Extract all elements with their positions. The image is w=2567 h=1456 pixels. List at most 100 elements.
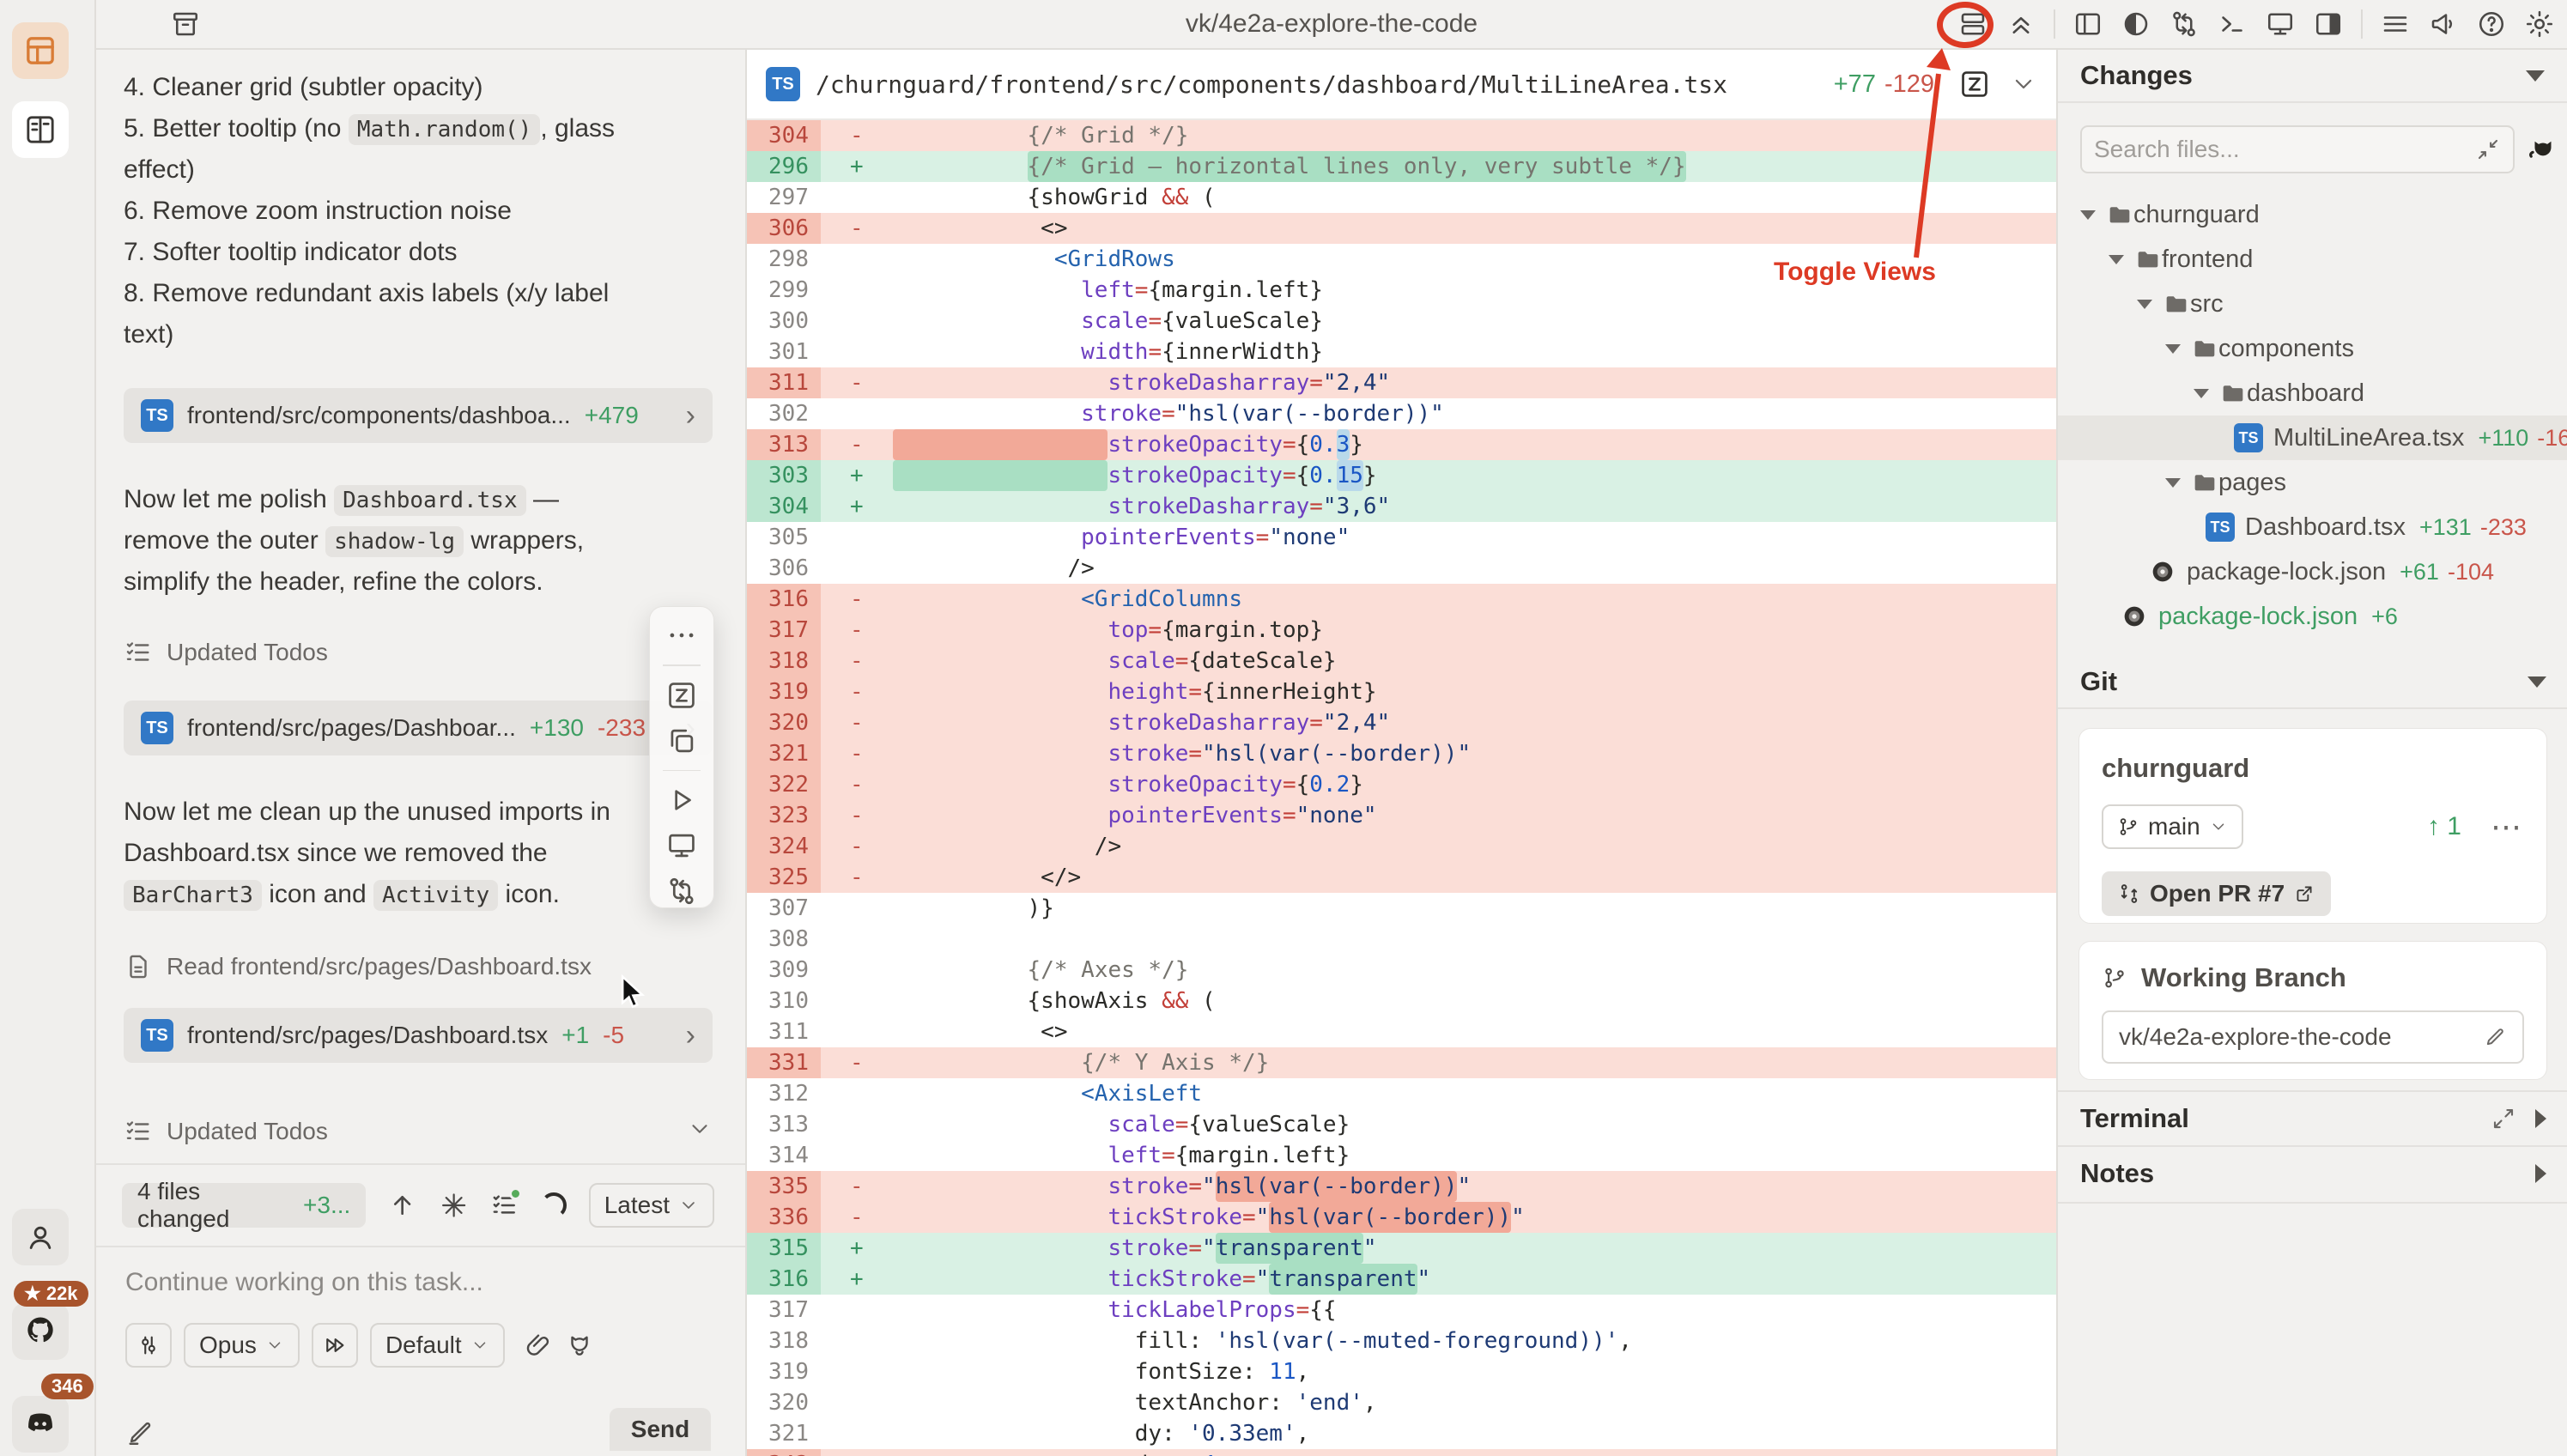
toggle-views-icon[interactable] [1957,9,1988,39]
copy-icon[interactable] [665,725,698,757]
menu-icon[interactable] [2380,9,2411,39]
search-input[interactable] [2094,136,2455,163]
tree-file-MultiLineArea.tsx[interactable]: TSMultiLineArea.tsx+110-162 [2058,416,2567,460]
theme-icon[interactable] [2121,9,2151,39]
collapse-file-icon[interactable] [2010,70,2037,98]
archive-box-icon[interactable] [170,9,201,39]
git-section-header[interactable]: Git [2058,656,2567,709]
latest-dropdown[interactable]: Latest [589,1183,714,1228]
deletions: -104 [2448,559,2494,585]
cat-icon[interactable] [565,1331,594,1360]
model-dropdown[interactable]: Opus [184,1323,300,1368]
tree-folder-churnguard[interactable]: churnguard [2058,192,2567,237]
file-change-chip[interactable]: TSfrontend/src/components/dashboa...+479… [124,388,713,443]
profile-button[interactable] [12,1209,69,1265]
tool-call-row[interactable]: Updated Todos [124,1113,713,1150]
changes-section-header[interactable]: Changes [2058,50,2567,103]
tree-folder-frontend[interactable]: frontend [2058,237,2567,282]
expand-icon[interactable] [2491,1106,2516,1131]
diff-line: 323- pointerEvents="none" [747,800,2056,831]
folder-icon [2191,335,2218,362]
tool-call-row[interactable]: Updated Todos [124,634,713,671]
tree-file-package-lock.json[interactable]: package-lock.json+61-104 [2058,549,2567,594]
help-icon[interactable] [2476,9,2507,39]
github-button[interactable] [12,1303,69,1360]
deletions: -233 [2480,514,2527,541]
run-icon[interactable] [665,784,698,816]
diff-view-icon[interactable] [1958,68,1991,100]
terminal-section-header[interactable]: Terminal [2058,1092,2567,1145]
settings-icon[interactable] [2524,9,2555,39]
chevron-right-icon: › [686,1019,695,1053]
spark-icon[interactable] [440,1191,468,1220]
diff-panel: TS /churnguard/frontend/src/components/d… [747,50,2056,1456]
notes-section-header[interactable]: Notes [2058,1147,2567,1200]
tree-folder-src[interactable]: src [2058,282,2567,326]
branch-dropdown[interactable]: main [2102,804,2243,849]
file-name: frontend/src/components/dashboa... [187,402,571,429]
typescript-file-icon: TS [141,399,173,432]
settings-sliders-button[interactable] [125,1323,172,1368]
monitor-icon[interactable] [665,829,698,862]
collapse-tree-icon[interactable] [2475,136,2501,162]
discord-button[interactable] [12,1396,69,1453]
progress-spinner [541,1192,567,1218]
folder-icon [2106,201,2133,228]
open-pr-button[interactable]: Open PR #7 [2102,871,2331,916]
caret-down-icon[interactable] [2080,210,2096,220]
file-change-chip[interactable]: TSfrontend/src/pages/Dashboard.tsx+1-5› [124,1008,713,1063]
file-change-chip[interactable]: TSfrontend/src/pages/Dashboar...+130-233… [124,701,713,755]
repo-name: churnguard [2102,753,2524,784]
cat-assistant-icon[interactable] [2527,134,2559,167]
caret-down-icon[interactable] [2194,389,2209,398]
caret-down-icon[interactable] [2165,478,2181,488]
working-branch-input[interactable] [2119,1023,2479,1051]
chevron-down-icon[interactable] [687,1116,713,1148]
diff-additions: +77 [1834,70,1876,99]
panel-left-icon[interactable] [2072,9,2103,39]
files-changed-chip[interactable]: 4 files changed +3... [122,1183,366,1228]
monitor-icon[interactable] [2265,9,2296,39]
attach-icon[interactable] [524,1331,553,1360]
diff-line: 296+ {/* Grid — horizontal lines only, v… [747,151,2056,182]
rail-item-layout-view[interactable] [12,22,69,79]
divider [2361,9,2363,39]
todos-icon [124,638,153,667]
tree-file-Dashboard.tsx[interactable]: TSDashboard.tsx+131-233 [2058,505,2567,549]
caret-down-icon[interactable] [2109,255,2124,264]
terminal-icon[interactable] [2217,9,2248,39]
tree-label: Dashboard.tsx [2245,513,2406,542]
external-link-icon [2293,883,2315,905]
diff-view-icon[interactable] [665,679,698,712]
message-input[interactable] [125,1268,675,1297]
caret-down-icon[interactable] [2137,300,2152,309]
commits-ahead[interactable]: ↑ 1 [2427,812,2461,841]
git-compare-icon[interactable] [665,875,698,907]
more-menu-icon[interactable]: ⋯ [2491,809,2524,845]
edit-pencil-icon[interactable] [2483,1025,2507,1049]
highlighter-icon[interactable] [125,1418,155,1447]
diff-line: 307 )} [747,893,2056,924]
rail-item-board-view[interactable] [12,101,69,158]
floating-toolbar [649,606,714,908]
composer-controls: Opus Default [125,1323,711,1368]
diff-line: 314 left={margin.left} [747,1140,2056,1171]
tool-call-row[interactable]: Read frontend/src/pages/Dashboard.tsx [124,948,713,986]
tree-folder-dashboard[interactable]: dashboard [2058,371,2567,416]
send-button[interactable]: Send [610,1408,711,1451]
git-compare-icon[interactable] [2169,9,2200,39]
todos-status-icon[interactable] [490,1191,519,1220]
diff-line: 316+ tickStroke="transparent" [747,1264,2056,1295]
panel-right-icon[interactable] [2313,9,2344,39]
tree-file-package-lock.json[interactable]: package-lock.json+6 [2058,594,2567,639]
megaphone-icon[interactable] [2428,9,2459,39]
tree-folder-pages[interactable]: pages [2058,460,2567,505]
caret-down-icon[interactable] [2165,344,2181,354]
fast-forward-button[interactable] [312,1323,358,1368]
scroll-up-icon[interactable] [388,1191,416,1220]
diff-line: 317 tickLabelProps={{ [747,1295,2056,1326]
collapse-all-icon[interactable] [2006,9,2036,39]
mode-dropdown[interactable]: Default [370,1323,505,1368]
window-title: vk/4e2a-explore-the-code [1186,9,1478,39]
tree-folder-components[interactable]: components [2058,326,2567,371]
